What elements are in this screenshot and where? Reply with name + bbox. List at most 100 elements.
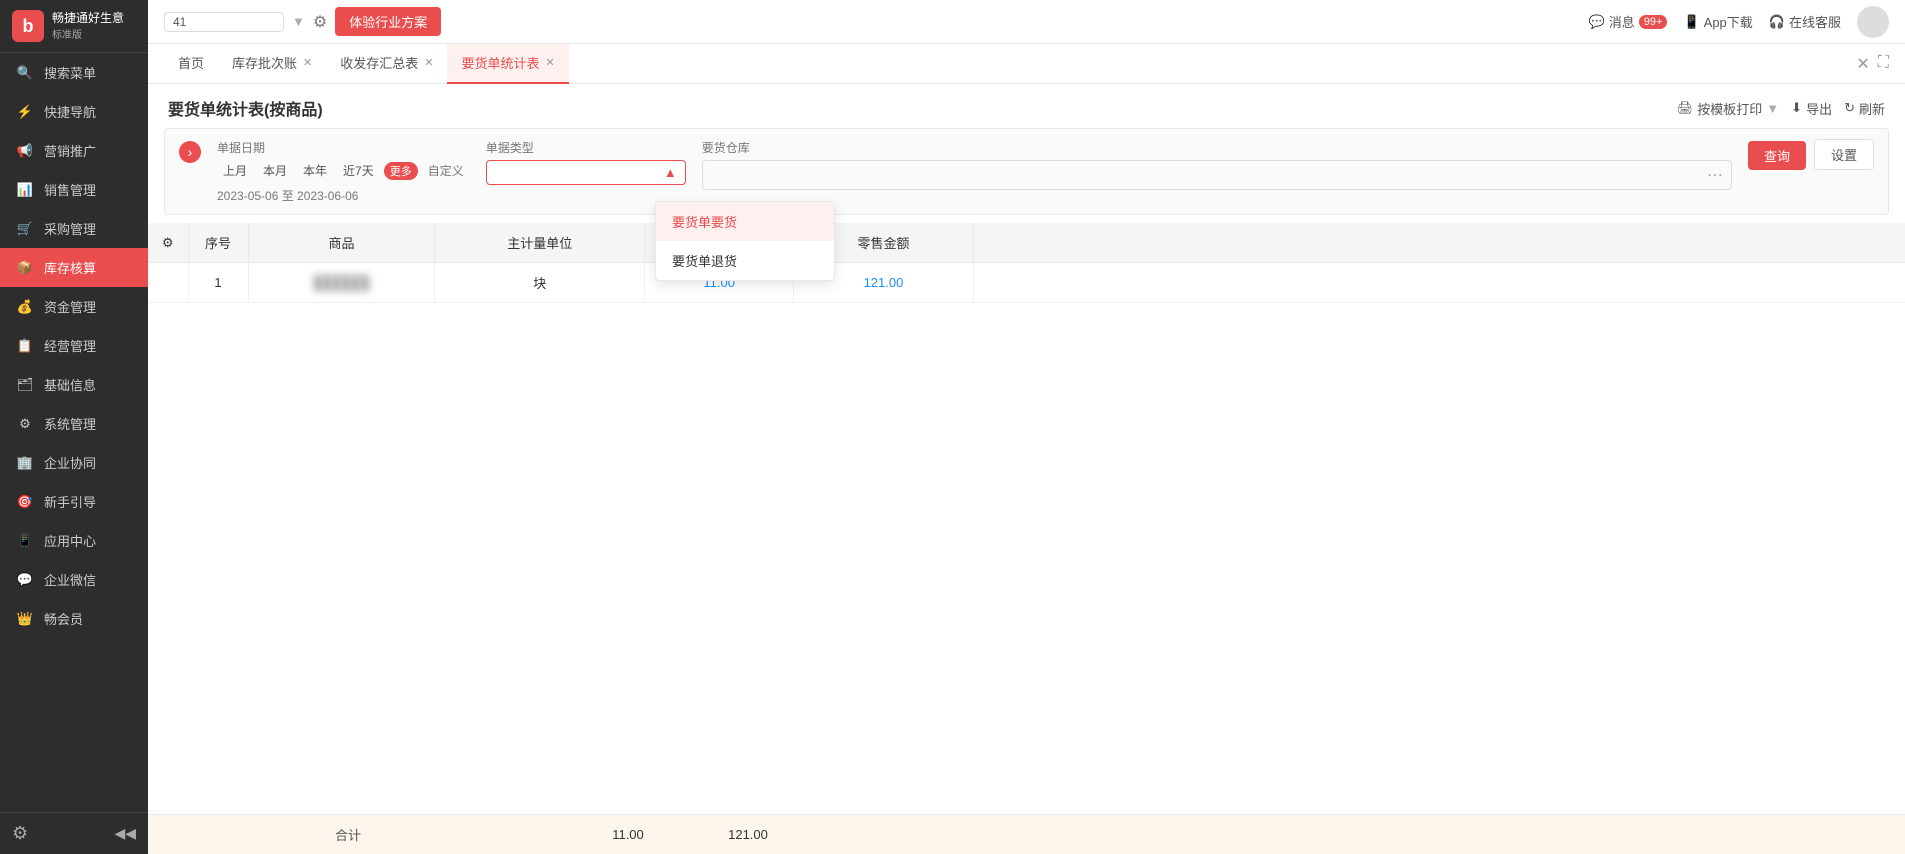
chat-icon: 💬 [16, 571, 34, 589]
sidebar-item-quick-nav[interactable]: ⚡ 快捷导航 [0, 92, 148, 131]
chevron-down-icon[interactable]: ▼ [292, 14, 305, 29]
date-range-display: 2023-05-06 至 2023-06-06 [217, 187, 470, 204]
sidebar-item-label: 销售管理 [44, 180, 96, 199]
sidebar-item-app-center[interactable]: 📱 应用中心 [0, 521, 148, 560]
megaphone-icon: 📢 [16, 142, 34, 160]
date-btn-prev-month[interactable]: 上月 [217, 160, 253, 181]
warehouse-filter-input[interactable]: ⋯ [702, 160, 1732, 190]
col-settings[interactable]: ⚙ [148, 223, 188, 263]
mobile-icon: 📱 [16, 532, 34, 550]
tab-recv[interactable]: 收发存汇总表 ✕ [326, 44, 447, 84]
export-btn[interactable]: ⬇ 导出 [1791, 99, 1832, 118]
settings-btn[interactable]: 设置 [1814, 139, 1874, 170]
date-filter-label: 单据日期 [217, 139, 470, 156]
warehouse-dots-icon[interactable]: ⋯ [1707, 165, 1723, 185]
warehouse-filter-group: 要货仓库 ⋯ [702, 139, 1732, 190]
type-filter-select[interactable]: ▲ [486, 160, 686, 185]
date-btn-this-year[interactable]: 本年 [297, 160, 333, 181]
sidebar-item-label: 快捷导航 [44, 102, 96, 121]
tab-close-all-icon[interactable]: ✕ [1856, 54, 1869, 74]
logo-icon: b [12, 10, 44, 42]
row-unit-cell: 块 [435, 263, 645, 303]
sidebar-item-guide[interactable]: 🎯 新手引导 [0, 482, 148, 521]
page-title: 要货单统计表(按商品) [168, 96, 323, 120]
sidebar-item-finance[interactable]: 💰 资金管理 [0, 287, 148, 326]
sidebar-item-label: 企业微信 [44, 570, 96, 589]
date-btn-more[interactable]: 更多 [384, 162, 418, 180]
settings-icon[interactable]: ⚙ [313, 12, 327, 32]
date-btn-this-month[interactable]: 本月 [257, 160, 293, 181]
trial-btn[interactable]: 体验行业方案 [335, 7, 441, 36]
sidebar-item-search[interactable]: 🔍 搜索菜单 [0, 53, 148, 92]
online-service-btn[interactable]: 🎧 在线客服 [1769, 12, 1841, 31]
sidebar-settings-icon[interactable]: ⚙ [12, 823, 28, 844]
warehouse-filter-label: 要货仓库 [702, 139, 1732, 156]
sidebar-item-operation[interactable]: 📋 经营管理 [0, 326, 148, 365]
refresh-icon: ↻ [1844, 100, 1855, 116]
tab-home[interactable]: 首页 [164, 44, 218, 84]
chevron-up-icon: ▲ [664, 165, 677, 180]
dropdown-item-purchase[interactable]: 要货单要货 [656, 202, 834, 241]
page-content: 要货单统计表(按商品) 🖨 按模板打印 ▼ ⬇ 导出 ↻ 刷新 › [148, 84, 1905, 854]
sidebar-item-inventory[interactable]: 📦 库存核算 [0, 248, 148, 287]
col-product: 商品 [248, 223, 435, 263]
building-icon: 🏢 [16, 454, 34, 472]
data-table-wrap: ⚙ 序号 商品 主计量单位 主数量 零售金额 1 [148, 223, 1905, 814]
cart-icon: 🛒 [16, 220, 34, 238]
sidebar-item-label: 资金管理 [44, 297, 96, 316]
date-btn-custom[interactable]: 自定义 [422, 160, 470, 181]
app-download-btn[interactable]: 📱 App下载 [1683, 12, 1752, 31]
col-no: 序号 [188, 223, 248, 263]
dropdown-item-return[interactable]: 要货单退货 [656, 241, 834, 280]
amount-link[interactable]: 121.00 [864, 275, 904, 290]
message-label: 消息 [1609, 12, 1635, 31]
header-right: 💬 消息 99+ 📱 App下载 🎧 在线客服 [1589, 6, 1889, 38]
sidebar-item-label: 基础信息 [44, 375, 96, 394]
tab-expand-icon[interactable]: ⛶ [1878, 54, 1889, 74]
main-area: ▼ ⚙ 体验行业方案 💬 消息 99+ 📱 App下载 🎧 在线客服 首页 [148, 0, 1905, 854]
tab-batch-close[interactable]: ✕ [303, 56, 312, 69]
tab-recv-label: 收发存汇总表 [340, 53, 418, 72]
headset-icon: 🎧 [1769, 14, 1785, 30]
user-avatar[interactable] [1857, 6, 1889, 38]
chevron-down-icon[interactable]: ▼ [1766, 101, 1779, 116]
box-icon: 📦 [16, 259, 34, 277]
sidebar-item-label: 新手引导 [44, 492, 96, 511]
sidebar-nav: 🔍 搜索菜单 ⚡ 快捷导航 📢 营销推广 📊 销售管理 🛒 采购管理 📦 库存核… [0, 53, 148, 812]
top-header: ▼ ⚙ 体验行业方案 💬 消息 99+ 📱 App下载 🎧 在线客服 [148, 0, 1905, 44]
tab-actions: ✕ ⛶ [1856, 54, 1889, 74]
date-btn-7days[interactable]: 近7天 [337, 160, 380, 181]
message-btn[interactable]: 💬 消息 99+ [1589, 12, 1668, 31]
row-no-cell: 1 [188, 263, 248, 303]
sidebar-item-sales[interactable]: 📊 销售管理 [0, 170, 148, 209]
query-btn[interactable]: 查询 [1748, 141, 1806, 170]
product-blurred-value: ██████ [314, 275, 369, 290]
sidebar-item-marketing[interactable]: 📢 营销推广 [0, 131, 148, 170]
sidebar-item-system[interactable]: ⚙ 系统管理 [0, 404, 148, 443]
table-footer: 合计 11.00 121.00 [148, 814, 1905, 854]
chart-icon: 📊 [16, 181, 34, 199]
breadcrumb-input[interactable] [164, 12, 284, 32]
money-icon: 💰 [16, 298, 34, 316]
tabs-bar: 首页 库存批次账 ✕ 收发存汇总表 ✕ 要货单统计表 ✕ ✕ ⛶ [148, 44, 1905, 84]
row-settings-cell [148, 263, 188, 303]
print-btn[interactable]: 🖨 按模板打印 ▼ [1677, 99, 1779, 118]
sidebar-item-wechat[interactable]: 💬 企业微信 [0, 560, 148, 599]
sidebar-item-member[interactable]: 👑 畅会员 [0, 599, 148, 638]
tab-recv-close[interactable]: ✕ [424, 56, 433, 69]
sidebar-item-purchase[interactable]: 🛒 采购管理 [0, 209, 148, 248]
footer-amount-cell: 121.00 [688, 827, 808, 842]
refresh-btn[interactable]: ↻ 刷新 [1844, 99, 1885, 118]
filter-bar: › 单据日期 上月 本月 本年 近7天 更多 自定义 2023-05-06 至 … [164, 128, 1889, 215]
lightning-icon: ⚡ [16, 103, 34, 121]
folder-icon: 🗂 [16, 376, 34, 394]
sidebar-collapse-btn[interactable]: ◀◀ [114, 825, 136, 842]
sidebar-item-basic[interactable]: 🗂 基础信息 [0, 365, 148, 404]
filter-expand-btn[interactable]: › [179, 141, 201, 163]
online-service-label: 在线客服 [1789, 12, 1841, 31]
settings-col-icon[interactable]: ⚙ [162, 235, 174, 250]
tab-batch[interactable]: 库存批次账 ✕ [218, 44, 326, 84]
tab-order[interactable]: 要货单统计表 ✕ [447, 44, 568, 84]
tab-order-close[interactable]: ✕ [546, 56, 555, 69]
sidebar-item-enterprise[interactable]: 🏢 企业协同 [0, 443, 148, 482]
